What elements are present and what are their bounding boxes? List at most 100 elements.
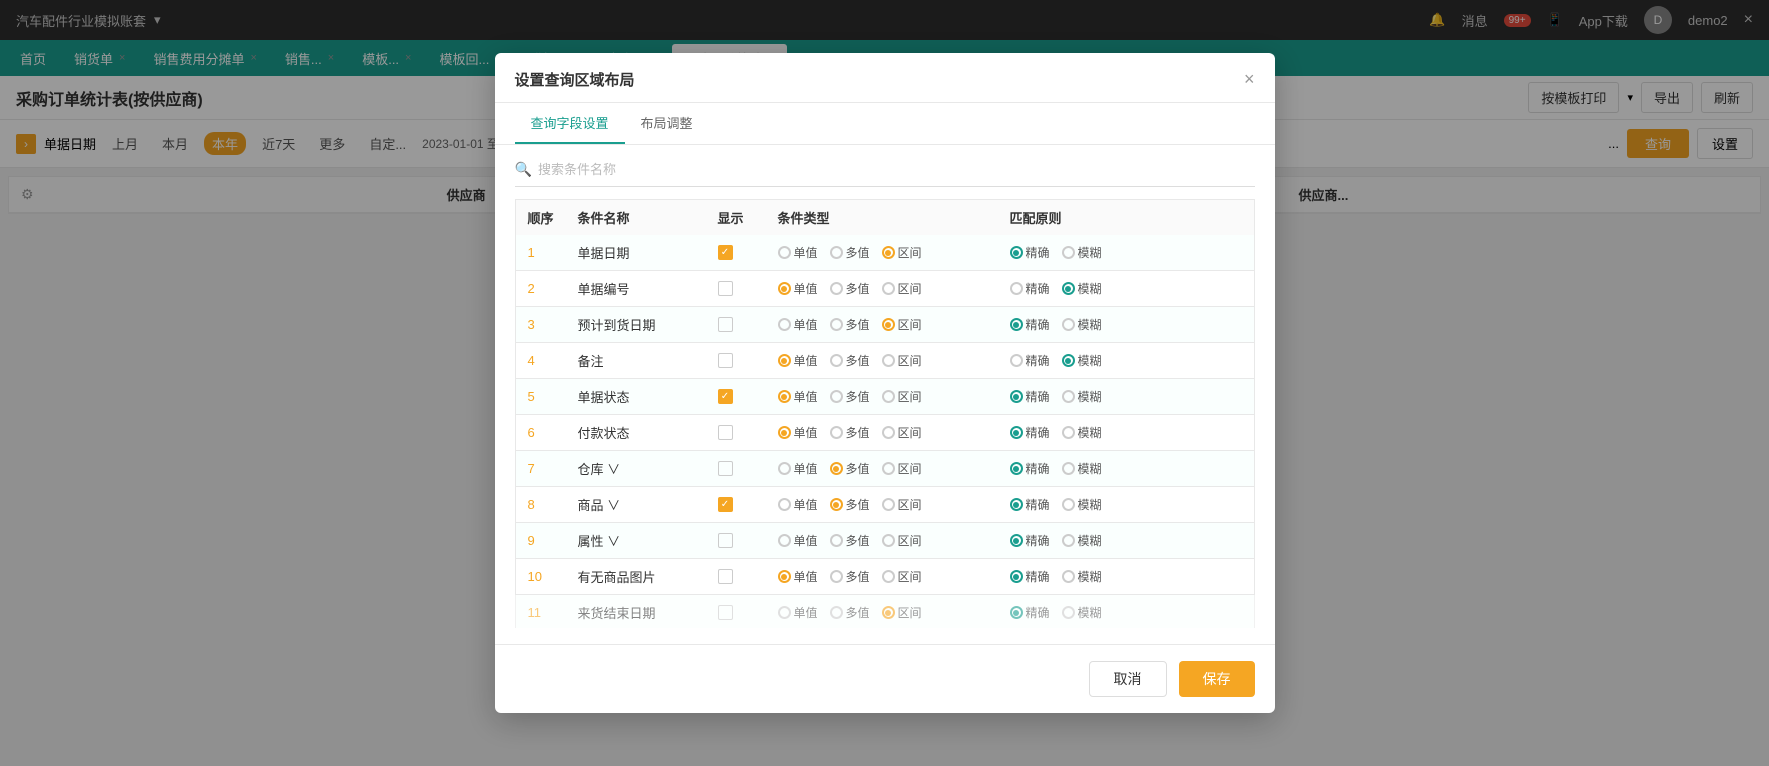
match-radio-fuzzy[interactable]: 模糊: [1062, 244, 1102, 261]
row-display-checkbox[interactable]: [718, 533, 733, 548]
type-radio-single[interactable]: 单值: [778, 352, 818, 369]
row-num: 2: [528, 281, 578, 296]
row-name: 付款状态: [578, 423, 718, 442]
type-radio-multi[interactable]: 多值: [830, 388, 870, 405]
type-radio-range[interactable]: 区间: [882, 604, 922, 621]
type-radio-single[interactable]: 单值: [778, 244, 818, 261]
type-radio-multi[interactable]: 多值: [830, 532, 870, 549]
table-row: 5 单据状态 单值 多值 区间 精确 模糊: [515, 379, 1255, 415]
radio-fuzzy-circle: [1062, 570, 1075, 583]
type-radio-single[interactable]: 单值: [778, 280, 818, 297]
table-row: 9 属性 ∨ 单值 多值 区间 精确 模糊: [515, 523, 1255, 559]
row-display-checkbox[interactable]: [718, 605, 733, 620]
match-radio-fuzzy[interactable]: 模糊: [1062, 568, 1102, 585]
radio-single-circle: [778, 570, 791, 583]
row-display-checkbox[interactable]: [718, 425, 733, 440]
th-match: 匹配原则: [1010, 208, 1242, 227]
match-radio-exact[interactable]: 精确: [1010, 244, 1050, 261]
radio-single-circle: [778, 354, 791, 367]
radio-exact-circle: [1010, 498, 1023, 511]
row-display-checkbox[interactable]: [718, 461, 733, 476]
modal-close-button[interactable]: ×: [1244, 69, 1255, 90]
match-radio-exact[interactable]: 精确: [1010, 280, 1050, 297]
match-radio-exact[interactable]: 精确: [1010, 424, 1050, 441]
cancel-button[interactable]: 取消: [1089, 661, 1167, 697]
row-num: 8: [528, 497, 578, 512]
match-radio-fuzzy[interactable]: 模糊: [1062, 424, 1102, 441]
type-radio-range[interactable]: 区间: [882, 280, 922, 297]
modal-tab-layout[interactable]: 布局调整: [625, 103, 709, 144]
match-radio-exact[interactable]: 精确: [1010, 316, 1050, 333]
table-row: 6 付款状态 单值 多值 区间 精确 模糊: [515, 415, 1255, 451]
match-radio-fuzzy[interactable]: 模糊: [1062, 532, 1102, 549]
type-radio-single[interactable]: 单值: [778, 460, 818, 477]
row-display-checkbox[interactable]: [718, 497, 733, 512]
match-radio-fuzzy[interactable]: 模糊: [1062, 280, 1102, 297]
match-radio-fuzzy[interactable]: 模糊: [1062, 604, 1102, 621]
type-radio-single[interactable]: 单值: [778, 424, 818, 441]
row-display-checkbox[interactable]: [718, 389, 733, 404]
type-radio-range[interactable]: 区间: [882, 388, 922, 405]
radio-multi-circle: [830, 246, 843, 259]
row-match-group: 精确 模糊: [1010, 532, 1242, 549]
radio-exact-circle: [1010, 246, 1023, 259]
type-radio-multi[interactable]: 多值: [830, 496, 870, 513]
row-display-checkbox[interactable]: [718, 281, 733, 296]
radio-range-circle: [882, 282, 895, 295]
type-radio-range[interactable]: 区间: [882, 460, 922, 477]
match-radio-fuzzy[interactable]: 模糊: [1062, 352, 1102, 369]
type-radio-multi[interactable]: 多值: [830, 424, 870, 441]
match-radio-exact[interactable]: 精确: [1010, 604, 1050, 621]
type-radio-single[interactable]: 单值: [778, 496, 818, 513]
type-radio-range[interactable]: 区间: [882, 568, 922, 585]
match-radio-fuzzy[interactable]: 模糊: [1062, 316, 1102, 333]
modal-tab-fields[interactable]: 查询字段设置: [515, 103, 625, 144]
type-radio-multi[interactable]: 多值: [830, 280, 870, 297]
row-match-group: 精确 模糊: [1010, 568, 1242, 585]
type-radio-single[interactable]: 单值: [778, 604, 818, 621]
table-row: 7 仓库 ∨ 单值 多值 区间 精确 模糊: [515, 451, 1255, 487]
type-radio-range[interactable]: 区间: [882, 532, 922, 549]
match-radio-exact[interactable]: 精确: [1010, 460, 1050, 477]
modal-search-input[interactable]: [532, 162, 1255, 177]
radio-fuzzy-circle: [1062, 390, 1075, 403]
row-display-checkbox[interactable]: [718, 353, 733, 368]
match-radio-fuzzy[interactable]: 模糊: [1062, 388, 1102, 405]
type-radio-range[interactable]: 区间: [882, 424, 922, 441]
match-radio-exact[interactable]: 精确: [1010, 388, 1050, 405]
type-radio-range[interactable]: 区间: [882, 244, 922, 261]
radio-multi-circle: [830, 462, 843, 475]
radio-exact-circle: [1010, 606, 1023, 619]
type-radio-range[interactable]: 区间: [882, 316, 922, 333]
match-radio-exact[interactable]: 精确: [1010, 496, 1050, 513]
match-radio-exact[interactable]: 精确: [1010, 352, 1050, 369]
type-radio-multi[interactable]: 多值: [830, 352, 870, 369]
match-radio-fuzzy[interactable]: 模糊: [1062, 496, 1102, 513]
type-radio-range[interactable]: 区间: [882, 496, 922, 513]
modal-header: 设置查询区域布局 ×: [495, 53, 1275, 103]
type-radio-multi[interactable]: 多值: [830, 244, 870, 261]
modal-body: 🔍 顺序 条件名称 显示 条件类型 匹配原则 1 单据日期: [495, 145, 1275, 644]
match-radio-exact[interactable]: 精确: [1010, 532, 1050, 549]
type-radio-multi[interactable]: 多值: [830, 568, 870, 585]
radio-single-circle: [778, 498, 791, 511]
type-radio-multi[interactable]: 多值: [830, 604, 870, 621]
row-display-checkbox[interactable]: [718, 245, 733, 260]
row-display-checkbox[interactable]: [718, 317, 733, 332]
type-radio-single[interactable]: 单值: [778, 316, 818, 333]
type-radio-single[interactable]: 单值: [778, 388, 818, 405]
row-match-group: 精确 模糊: [1010, 316, 1242, 333]
type-radio-single[interactable]: 单值: [778, 568, 818, 585]
row-name: 备注: [578, 351, 718, 370]
row-display-checkbox[interactable]: [718, 569, 733, 584]
row-type-group: 单值 多值 区间: [778, 460, 1010, 477]
match-radio-exact[interactable]: 精确: [1010, 568, 1050, 585]
type-radio-single[interactable]: 单值: [778, 532, 818, 549]
match-radio-fuzzy[interactable]: 模糊: [1062, 460, 1102, 477]
modal-title: 设置查询区域布局: [515, 69, 635, 90]
table-row: 11 来货结束日期 单值 多值 区间 精确 模糊: [515, 595, 1255, 628]
save-button[interactable]: 保存: [1179, 661, 1255, 697]
type-radio-range[interactable]: 区间: [882, 352, 922, 369]
type-radio-multi[interactable]: 多值: [830, 460, 870, 477]
type-radio-multi[interactable]: 多值: [830, 316, 870, 333]
